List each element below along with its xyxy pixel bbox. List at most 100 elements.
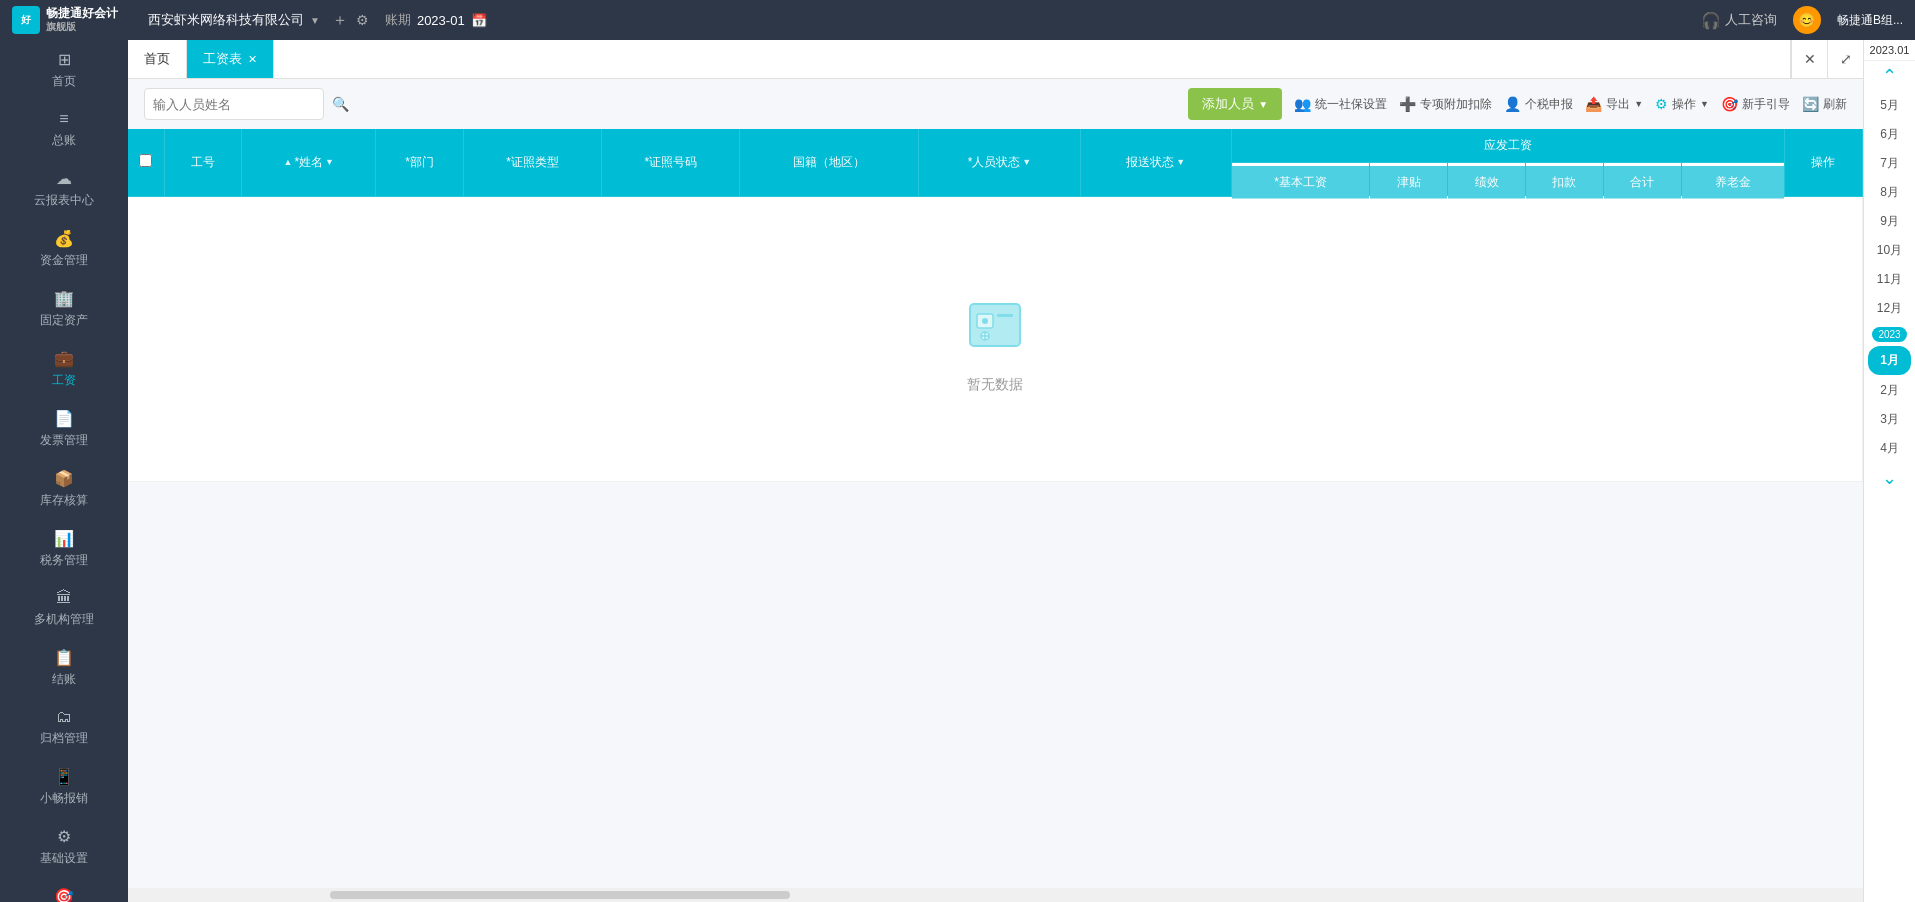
sidebar-item-invoice[interactable]: 📄 发票管理 [0,399,128,459]
tax-report-btn[interactable]: 👤 个税申报 [1504,96,1573,113]
user-service-btn[interactable]: 🎧 人工咨询 [1701,11,1777,30]
user-avatar[interactable]: 😊 [1793,6,1821,34]
add-company-icon[interactable]: ＋ [332,10,348,31]
month-10[interactable]: 10月 [1864,236,1915,265]
sidebar-item-multi-org[interactable]: 🏛 多机构管理 [0,579,128,638]
window-expand-btn[interactable]: ⤢ [1827,40,1863,78]
horizontal-scrollbar[interactable] [128,888,1863,902]
th-report-status[interactable]: 报送状态 ▼ [1080,129,1231,196]
sidebar-label-cloud: 云报表中心 [34,192,94,209]
sidebar-item-inventory[interactable]: 📦 库存核算 [0,459,128,519]
sidebar-item-ledger[interactable]: ≡ 总账 [0,100,128,159]
sidebar-label-ledger: 总账 [52,132,76,149]
th-status[interactable]: *人员状态 ▼ [919,129,1080,196]
sidebar-label-inventory: 库存核算 [40,492,88,509]
th-checkbox[interactable] [128,129,164,196]
th-operation: 操作 [1784,129,1862,196]
header-actions: ＋ ⚙ [332,10,369,31]
month-5[interactable]: 5月 [1864,91,1915,120]
empty-state-cell: 暂无数据 [128,196,1863,481]
sidebar: ⊞ 首页 ≡ 总账 ☁ 云报表中心 💰 资金管理 🏢 固定资产 💼 工资 📄 发… [0,40,128,902]
main-layout: ⊞ 首页 ≡ 总账 ☁ 云报表中心 💰 资金管理 🏢 固定资产 💼 工资 📄 发… [0,40,1915,902]
sidebar-item-expense[interactable]: 📱 小畅报销 [0,757,128,817]
month-7[interactable]: 7月 [1864,149,1915,178]
th-nationality: 国籍（地区） [740,129,919,196]
app-version: 旗舰版 [46,20,118,34]
search-input[interactable] [144,88,324,120]
export-label: 导出 [1606,96,1630,113]
sidebar-item-fund[interactable]: 💰 资金管理 [0,219,128,279]
empty-text: 暂无数据 [967,376,1023,394]
month-1-current[interactable]: 1月 [1868,346,1911,375]
th-name[interactable]: ▲ *姓名 ▼ [242,129,376,196]
month-9[interactable]: 9月 [1864,207,1915,236]
th-pension: 养老金 [1681,165,1784,199]
sidebar-label-invoice: 发票管理 [40,432,88,449]
tab-salary-close[interactable]: ✕ [248,53,257,66]
tab-home[interactable]: 首页 [128,40,187,78]
add-person-button[interactable]: 添加人员 ▼ [1188,88,1282,120]
th-id-type: *证照类型 [463,129,601,196]
th-name-sort-up: ▲ [283,157,292,167]
empty-icon [955,284,1035,364]
month-11[interactable]: 11月 [1864,265,1915,294]
tab-salary[interactable]: 工资表 ✕ [187,40,274,78]
logo-area: 好 畅捷通好会计 旗舰版 [12,6,132,34]
right-panel-header: 2023.01 [1864,40,1915,61]
sidebar-item-archive[interactable]: 🗂 归档管理 [0,698,128,757]
social-security-btn[interactable]: 👥 统一社保设置 [1294,96,1387,113]
th-salary-group: 应发工资 [1232,129,1785,163]
company-selector[interactable]: 西安虾米网络科技有限公司 ▼ [148,11,320,29]
sidebar-item-guide[interactable]: 🎯 新手引导 [0,877,128,902]
month-3[interactable]: 3月 [1864,405,1915,434]
panel-up-btn[interactable]: ⌃ [1864,61,1915,91]
tax-report-icon: 👤 [1504,96,1521,112]
sidebar-item-cloud-report[interactable]: ☁ 云报表中心 [0,159,128,219]
sidebar-label-multi-org: 多机构管理 [34,611,94,628]
month-8[interactable]: 8月 [1864,178,1915,207]
sidebar-item-close[interactable]: 📋 结账 [0,638,128,698]
multi-org-icon: 🏛 [56,589,72,607]
operation-chevron-icon: ▼ [1700,99,1709,109]
tab-home-label: 首页 [144,50,170,68]
top-header: 好 畅捷通好会计 旗舰版 西安虾米网络科技有限公司 ▼ ＋ ⚙ 账期 2023-… [0,0,1915,40]
operation-btn[interactable]: ⚙ 操作 ▼ [1655,96,1709,113]
window-close-btn[interactable]: ✕ [1791,40,1827,78]
panel-down-btn[interactable]: ⌄ [1864,463,1915,493]
month-2[interactable]: 2月 [1864,376,1915,405]
month-4[interactable]: 4月 [1864,434,1915,463]
sidebar-item-settings[interactable]: ⚙ 基础设置 [0,817,128,877]
select-all-checkbox[interactable] [139,154,152,167]
special-deduction-btn[interactable]: ➕ 专项附加扣除 [1399,96,1492,113]
settings-icon[interactable]: ⚙ [356,12,369,28]
svg-rect-3 [997,314,1013,317]
refresh-btn[interactable]: 🔄 刷新 [1802,96,1847,113]
sidebar-item-assets[interactable]: 🏢 固定资产 [0,279,128,339]
operation-icon: ⚙ [1655,96,1668,112]
period-info: 账期 2023-01 📅 [385,11,487,29]
add-chevron-icon: ▼ [1258,99,1268,110]
calendar-icon[interactable]: 📅 [471,13,487,28]
month-6[interactable]: 6月 [1864,120,1915,149]
sidebar-label-tax: 税务管理 [40,552,88,569]
scroll-thumb[interactable] [330,891,790,899]
close-window-icon: ✕ [1804,51,1816,67]
sidebar-item-tax[interactable]: 📊 税务管理 [0,519,128,579]
table-container: 工号 ▲ *姓名 ▼ *部门 *证照类型 *证照号码 国籍（地区） [128,129,1863,888]
th-id-number: *证照号码 [602,129,740,196]
guide-btn[interactable]: 🎯 新手引导 [1721,96,1790,113]
status-filter-icon: ▼ [1022,157,1031,167]
period-value: 2023-01 [417,13,465,28]
export-btn[interactable]: 📤 导出 ▼ [1585,96,1643,113]
th-allowance: 津贴 [1370,165,1448,199]
guide-label: 新手引导 [1742,96,1790,113]
search-icon[interactable]: 🔍 [332,96,349,112]
sidebar-item-salary[interactable]: 💼 工资 [0,339,128,399]
sidebar-item-home[interactable]: ⊞ 首页 [0,40,128,100]
tab-bar: 首页 工资表 ✕ ✕ ⤢ [128,40,1863,79]
sidebar-label-close: 结账 [52,671,76,688]
tab-salary-label: 工资表 [203,50,242,68]
expense-icon: 📱 [54,767,74,786]
app-logo-icon: 好 [12,6,40,34]
month-12[interactable]: 12月 [1864,294,1915,323]
